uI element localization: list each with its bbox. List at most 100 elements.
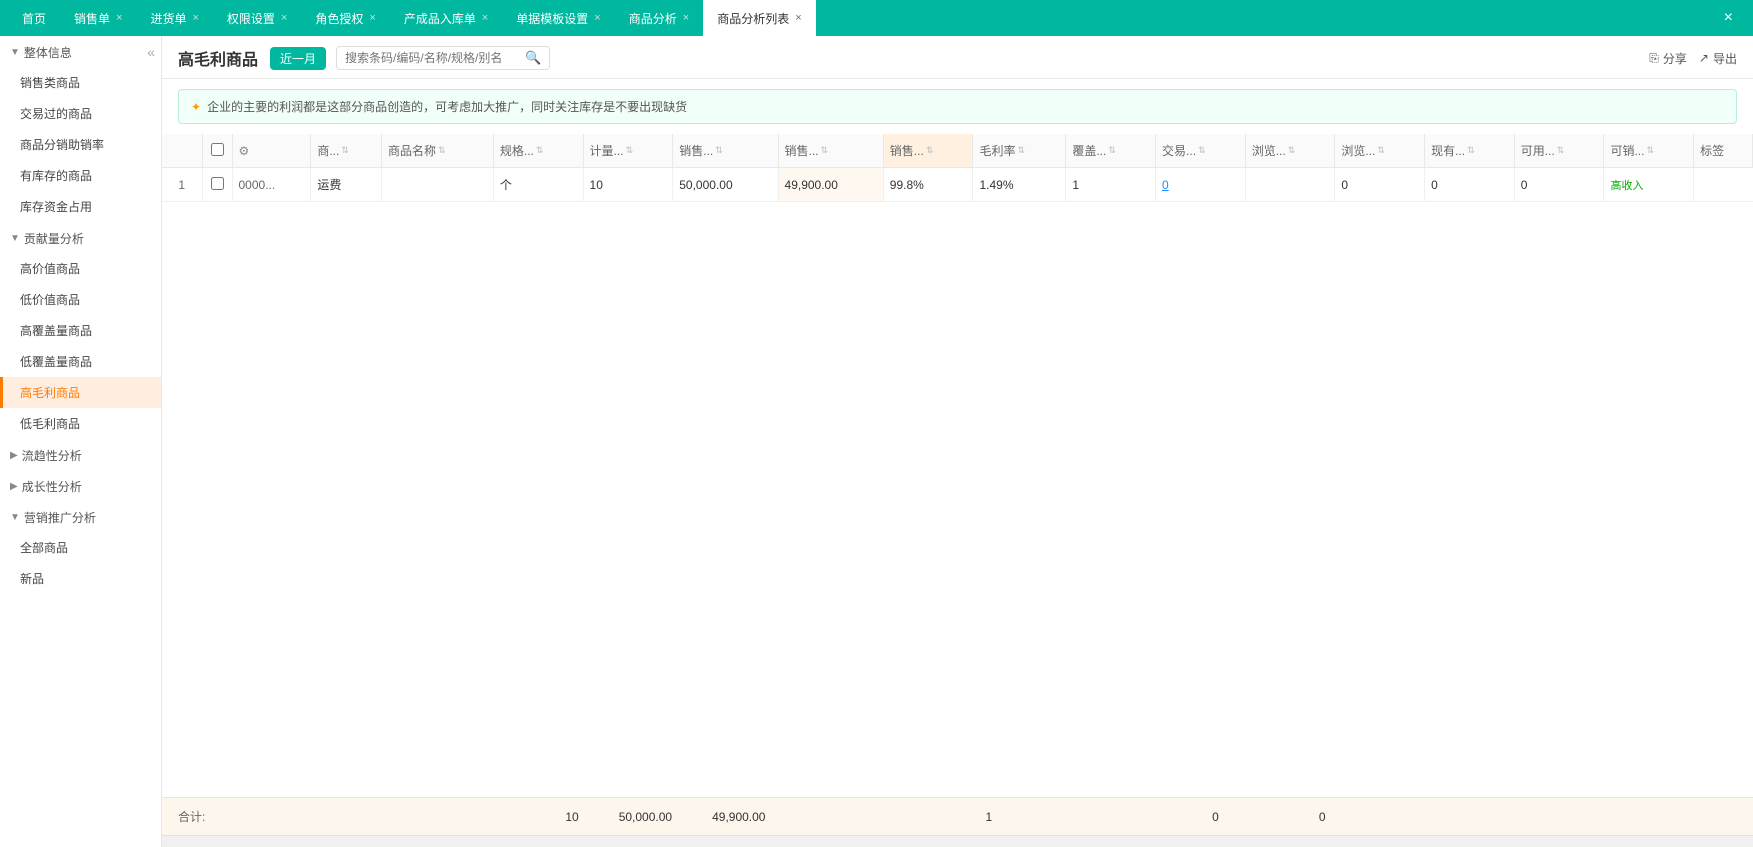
settings-icon[interactable]: ⚙ — [239, 144, 250, 158]
sort-sales-qty[interactable]: ⇅ — [715, 145, 723, 156]
arrow-marketing: ▼ — [10, 512, 20, 523]
footer-stock2: 0 — [1309, 810, 1336, 824]
close-template-settings[interactable]: × — [594, 12, 600, 24]
close-role-auth[interactable]: × — [369, 12, 375, 24]
sidebar-item-new-products[interactable]: 新品 — [0, 563, 161, 594]
sort-sellable-stock[interactable]: ⇅ — [1646, 145, 1654, 156]
close-permission-settings[interactable]: × — [281, 12, 287, 24]
cell-transactions: 1 — [1066, 168, 1156, 202]
export-button[interactable]: ↗ 导出 — [1699, 50, 1737, 67]
sort-sales-amount[interactable]: ⇅ — [821, 145, 829, 156]
th-transactions[interactable]: 交易...⇅ — [1156, 134, 1246, 168]
close-product-analysis-list[interactable]: × — [795, 12, 801, 24]
th-product-code[interactable]: 商...⇅ — [311, 134, 382, 168]
cell-sales-profit: 49,900.00 — [778, 168, 883, 202]
sidebar-item-inventory-capital[interactable]: 库存资金占用 — [0, 191, 161, 222]
th-product-name[interactable]: 商品名称⇅ — [381, 134, 493, 168]
th-coverage[interactable]: 覆盖...⇅ — [1066, 134, 1156, 168]
sidebar-item-high-margin[interactable]: 高毛利商品 — [0, 377, 161, 408]
browse1-link[interactable]: 0 — [1162, 178, 1169, 192]
footer-total: 合计: 10 50,000.00 49,900.00 1 0 0 — [162, 797, 1753, 835]
nav-permission-settings[interactable]: 权限设置 × — [213, 0, 301, 36]
sidebar-group-trend[interactable]: ▶ 流趋性分析 — [0, 439, 161, 470]
window-close[interactable]: × — [1712, 9, 1745, 27]
sort-code[interactable]: ⇅ — [341, 145, 349, 156]
arrow-contribution: ▼ — [10, 233, 20, 244]
sidebar-item-stocked-products[interactable]: 有库存的商品 — [0, 160, 161, 191]
th-current-stock[interactable]: 现有...⇅ — [1425, 134, 1515, 168]
main-layout: « ▼ 整体信息 销售类商品 交易过的商品 商品分销助销率 有库存的商品 库存资… — [0, 36, 1753, 847]
table-container[interactable]: ⚙ 商...⇅ 商品名称⇅ 规格...⇅ 计量...⇅ — [162, 134, 1753, 797]
sidebar-item-low-coverage[interactable]: 低覆盖量商品 — [0, 346, 161, 377]
arrow-overview: ▼ — [10, 47, 20, 58]
sort-spec[interactable]: ⇅ — [536, 145, 544, 156]
sidebar-item-low-margin[interactable]: 低毛利商品 — [0, 408, 161, 439]
sidebar-item-traded-products[interactable]: 交易过的商品 — [0, 98, 161, 129]
sidebar-item-high-value[interactable]: 高价值商品 — [0, 253, 161, 284]
nav-role-auth[interactable]: 角色授权 × — [301, 0, 389, 36]
sort-sales-profit[interactable]: ⇅ — [926, 145, 934, 156]
sidebar-item-all-products[interactable]: 全部商品 — [0, 532, 161, 563]
content-header: 高毛利商品 近一月 🔍 ⎘ 分享 ↗ 导出 — [162, 36, 1753, 79]
cell-coverage: 1.49% — [973, 168, 1066, 202]
th-gross-margin[interactable]: 毛利率⇅ — [973, 134, 1066, 168]
sort-transactions[interactable]: ⇅ — [1198, 145, 1206, 156]
time-filter-button[interactable]: 近一月 — [270, 47, 326, 70]
footer-sales-qty: 10 — [555, 810, 588, 824]
sidebar-group-marketing[interactable]: ▼ 营销推广分析 — [0, 501, 161, 532]
sort-browse1[interactable]: ⇅ — [1288, 145, 1296, 156]
th-settings[interactable]: ⚙ — [232, 134, 311, 168]
close-product-analysis[interactable]: × — [683, 12, 689, 24]
nav-product-analysis[interactable]: 商品分析 × — [615, 0, 703, 36]
data-table: ⚙ 商...⇅ 商品名称⇅ 规格...⇅ 计量...⇅ — [162, 134, 1753, 202]
th-sales-qty[interactable]: 销售...⇅ — [673, 134, 778, 168]
cell-browse1[interactable]: 0 — [1156, 168, 1246, 202]
close-sales-order[interactable]: × — [116, 12, 122, 24]
nav-sales-order[interactable]: 销售单 × — [60, 0, 136, 36]
th-sellable-stock[interactable]: 可销...⇅ — [1604, 134, 1694, 168]
sidebar-item-low-value[interactable]: 低价值商品 — [0, 284, 161, 315]
th-sales-profit[interactable]: 销售...⇅ — [883, 134, 973, 168]
nav-purchase-order[interactable]: 进货单 × — [136, 0, 212, 36]
sidebar-group-contribution[interactable]: ▼ 贡献量分析 — [0, 222, 161, 253]
th-sales-amount[interactable]: 销售...⇅ — [778, 134, 883, 168]
share-button[interactable]: ⎘ 分享 — [1649, 50, 1687, 67]
info-icon: ✦ — [191, 100, 201, 114]
nav-product-analysis-list[interactable]: 商品分析列表 × — [703, 0, 815, 36]
sort-unit[interactable]: ⇅ — [626, 145, 634, 156]
sort-browse2[interactable]: ⇅ — [1377, 145, 1385, 156]
row-checkbox[interactable] — [211, 177, 224, 190]
th-available-stock[interactable]: 可用...⇅ — [1514, 134, 1604, 168]
th-spec[interactable]: 规格...⇅ — [493, 134, 583, 168]
nav-home[interactable]: 首页 — [8, 0, 60, 36]
sort-coverage[interactable]: ⇅ — [1108, 145, 1116, 156]
sidebar-group-overview[interactable]: ▼ 整体信息 — [0, 36, 161, 67]
top-navigation: 首页 销售单 × 进货单 × 权限设置 × 角色授权 × 产成品入库单 × 单据… — [0, 0, 1753, 36]
th-browse1[interactable]: 浏览...⇅ — [1245, 134, 1335, 168]
sort-available-stock[interactable]: ⇅ — [1557, 145, 1565, 156]
nav-template-settings[interactable]: 单据模板设置 × — [502, 0, 614, 36]
close-purchase-order[interactable]: × — [192, 12, 198, 24]
sidebar-item-sales-products[interactable]: 销售类商品 — [0, 67, 161, 98]
select-all-checkbox[interactable] — [211, 143, 224, 156]
search-input[interactable] — [345, 51, 525, 65]
sort-name[interactable]: ⇅ — [438, 145, 446, 156]
nav-product-inbound[interactable]: 产成品入库单 × — [390, 0, 502, 36]
search-icon[interactable]: 🔍 — [525, 50, 541, 66]
arrow-growth: ▶ — [10, 481, 18, 492]
tag-label: 高收入 — [1610, 180, 1643, 192]
sort-gross-margin[interactable]: ⇅ — [1018, 145, 1026, 156]
cell-check — [202, 168, 232, 202]
footer-sales-amount: 50,000.00 — [609, 810, 682, 824]
sidebar-item-high-coverage[interactable]: 高覆盖量商品 — [0, 315, 161, 346]
cell-gross-margin: 99.8% — [883, 168, 973, 202]
sidebar-collapse-button[interactable]: « — [147, 44, 155, 60]
sidebar-item-distribution-rate[interactable]: 商品分销助销率 — [0, 129, 161, 160]
cell-code: 0000... — [232, 168, 311, 202]
th-browse2[interactable]: 浏览...⇅ — [1335, 134, 1425, 168]
sidebar-group-growth[interactable]: ▶ 成长性分析 — [0, 470, 161, 501]
th-unit[interactable]: 计量...⇅ — [583, 134, 673, 168]
horizontal-scrollbar[interactable] — [162, 835, 1753, 847]
close-product-inbound[interactable]: × — [482, 12, 488, 24]
sort-current-stock[interactable]: ⇅ — [1467, 145, 1475, 156]
